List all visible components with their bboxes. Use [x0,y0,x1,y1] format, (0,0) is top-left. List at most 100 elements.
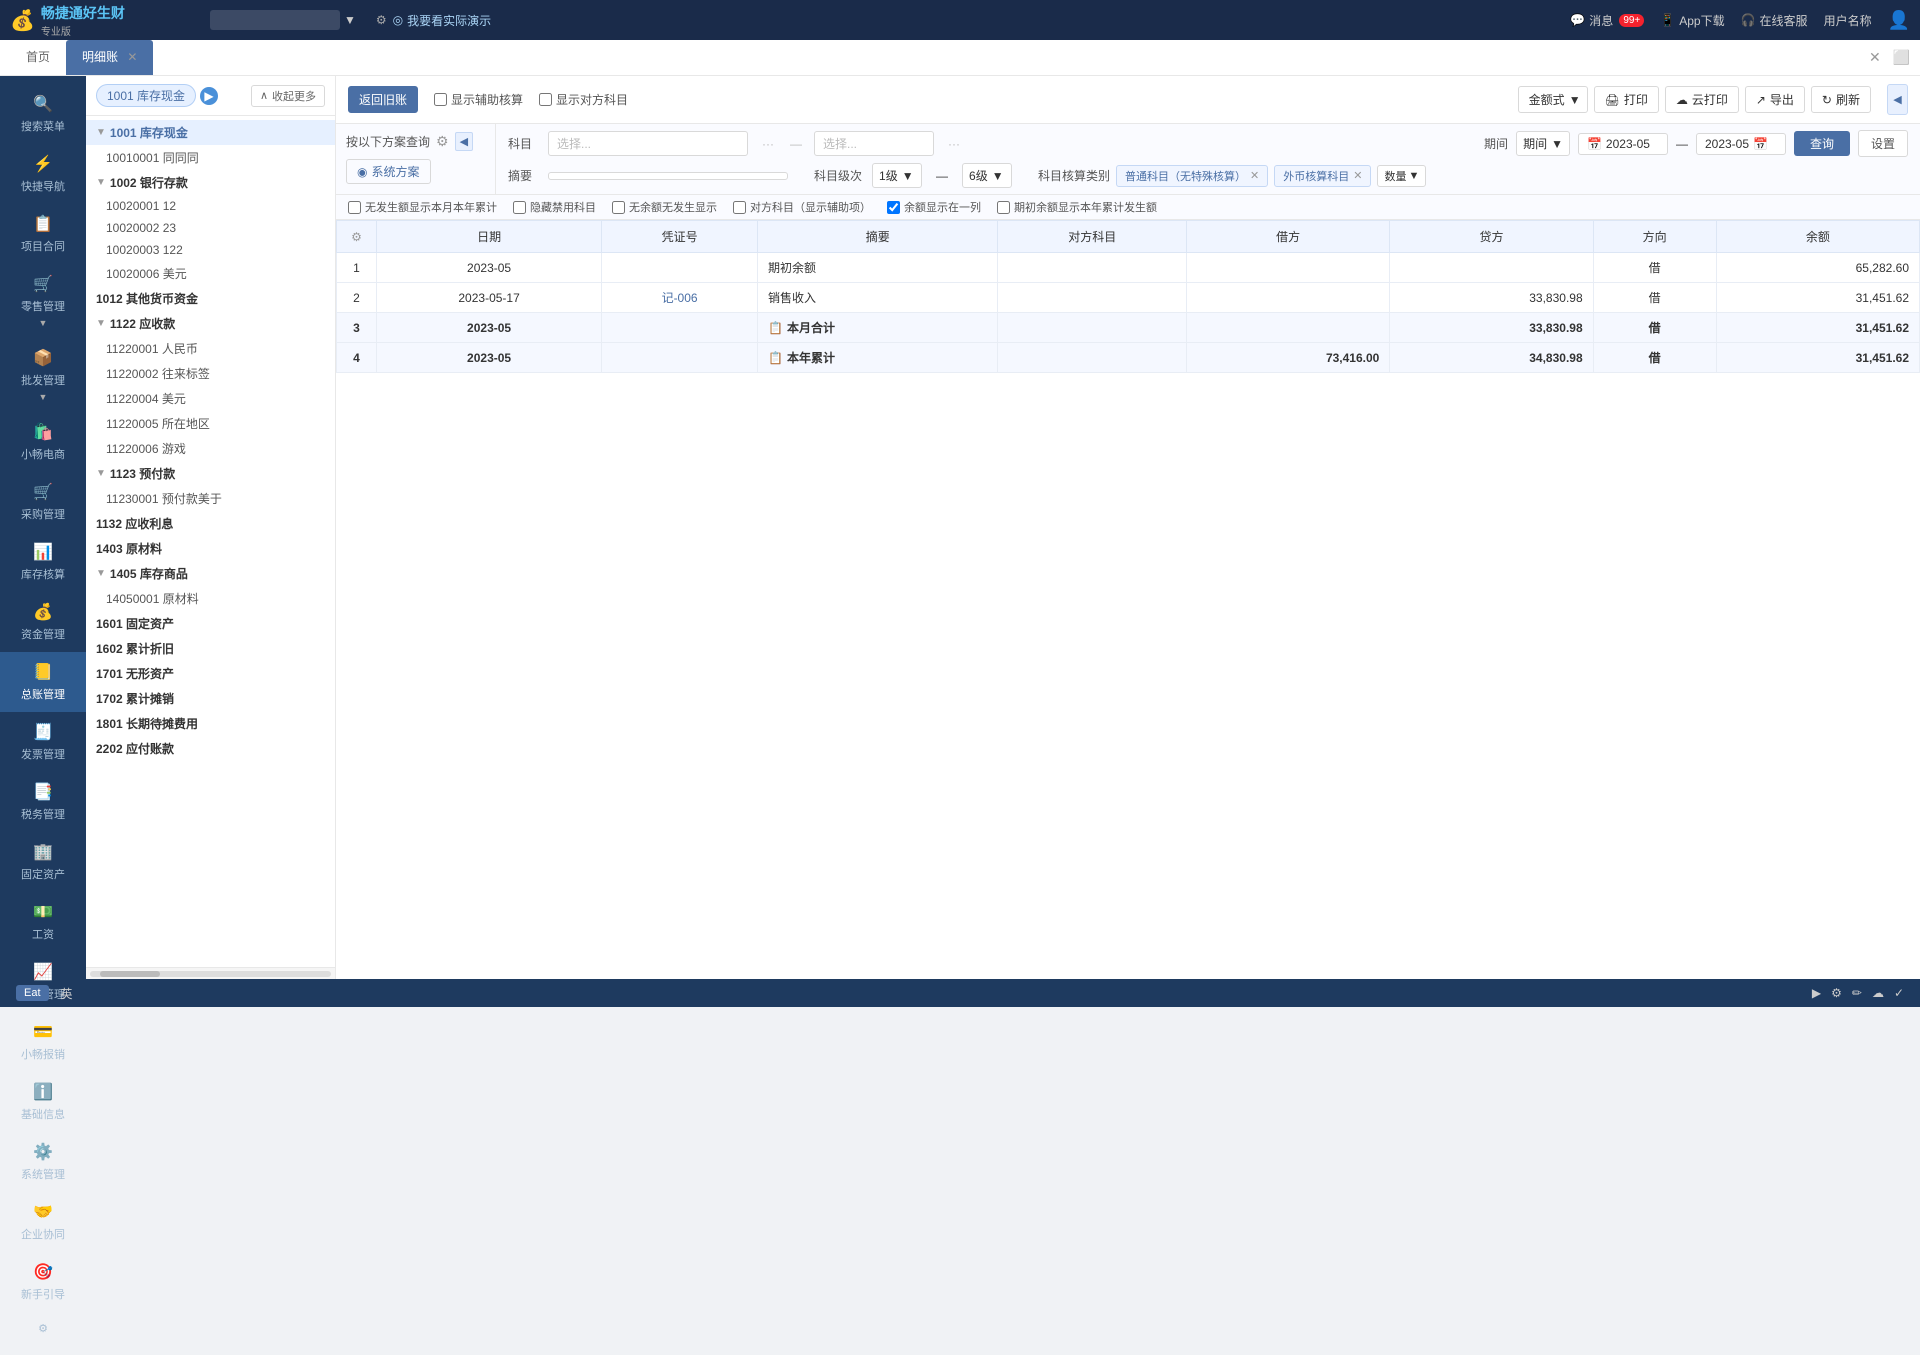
account-collapse-btn[interactable]: ∧ 收起更多 [251,85,325,107]
window-close-icon[interactable]: ✕ [1869,49,1881,65]
sidebar-item-quicknav[interactable]: ⚡ 快捷导航 [0,144,86,204]
tab-home[interactable]: 首页 [10,40,66,75]
level-end-select[interactable]: 6级 ▼ [962,163,1012,188]
tree-item-11220001[interactable]: 11220001 人民币 [86,336,335,361]
sidebar-settings-btn[interactable]: ⚙ [38,1312,48,1345]
sidebar-item-wholesale[interactable]: 📦 批发管理 ▼ [0,338,86,412]
tag-close-1[interactable]: ✕ [1353,169,1362,182]
sidebar-item-assets[interactable]: 🏢 固定资产 [0,832,86,892]
setting-btn[interactable]: 设置 [1858,130,1908,157]
sidebar-item-inventory[interactable]: 📊 库存核算 [0,532,86,592]
tree-item-11220002[interactable]: 11220002 往来标签 [86,361,335,386]
sidebar-item-search[interactable]: 🔍 搜索菜单 [0,84,86,144]
export-btn[interactable]: ↗ 导出 [1745,86,1805,113]
window-resize-icon[interactable]: ⬜ [1893,49,1910,65]
tree-item-1132[interactable]: 1132 应收利息 [86,511,335,536]
sidebar-item-collab[interactable]: 🤝 企业协同 [0,1192,86,1252]
show-contra-checkbox[interactable] [539,93,552,106]
tree-item-1801[interactable]: 1801 长期待摊费用 [86,711,335,736]
message-btn[interactable]: 💬 消息 99+ [1570,12,1644,29]
sidebar-item-invoice[interactable]: 🧾 发票管理 [0,712,86,772]
tree-item-1012[interactable]: 1012 其他货币资金 [86,286,335,311]
sidebar-item-operations[interactable]: 📈 经营管理 [0,952,86,1012]
tree-item-1002[interactable]: ▼ 1002 银行存款 [86,170,335,195]
tree-item-2202[interactable]: 2202 应付账款 [86,736,335,761]
bottom-play-btn[interactable]: ▶ [1812,986,1821,1000]
show-aux-checkbox[interactable] [434,93,447,106]
cloud-print-btn[interactable]: ☁ 云打印 [1665,86,1739,113]
schema-system-btn[interactable]: ◉ 系统方案 [346,159,431,184]
tree-item-1602[interactable]: 1602 累计折旧 [86,636,335,661]
tree-item-1701[interactable]: 1701 无形资产 [86,661,335,686]
bottom-settings-btn[interactable]: ⚙ [1831,986,1842,1000]
tree-item-11230001[interactable]: 11230001 预付款美于 [86,486,335,511]
top-search-dropdown[interactable]: ▼ [344,13,356,27]
tree-item-1123[interactable]: ▼ 1123 预付款 [86,461,335,486]
option-balance-one-col[interactable]: 余额显示在一列 [887,199,981,215]
sidebar-item-expense[interactable]: 💳 小畅报销 [0,1012,86,1072]
sidebar-item-project[interactable]: 📋 项目合同 [0,204,86,264]
collapse-right-btn[interactable]: ◀ [1887,84,1908,115]
option-hide-disabled[interactable]: 隐藏禁用科目 [513,199,596,215]
subject-filter-input[interactable]: 选择... [548,131,748,156]
option-beginning-balance-checkbox[interactable] [997,201,1010,214]
period-end-date[interactable]: 2023-05 📅 [1696,133,1786,155]
demo-link[interactable]: ◎ 我要看实际演示 [393,12,492,29]
tab-maximize[interactable]: ✕ ⬜ [1869,49,1910,66]
bottom-check-btn[interactable]: ✓ [1894,986,1904,1000]
return-old-btn[interactable]: 返回旧账 [348,86,418,113]
tab-ledger[interactable]: 明细账 ✕ [66,40,153,75]
sidebar-item-salary[interactable]: 💵 工资 [0,892,86,952]
sidebar-item-guide[interactable]: 🎯 新手引导 [0,1252,86,1312]
period-type-select[interactable]: 期间 ▼ [1516,131,1570,156]
tree-item-10020006[interactable]: 10020006 美元 [86,261,335,286]
bottom-cloud-btn[interactable]: ☁ [1872,986,1884,1000]
option-beginning-balance[interactable]: 期初余额显示本年累计发生额 [997,199,1157,215]
voucher-link-2[interactable]: 记-006 [662,291,698,305]
query-btn[interactable]: 查询 [1794,131,1850,156]
refresh-btn[interactable]: ↻ 刷新 [1811,86,1871,113]
lang-switch-btn[interactable]: Eat [16,985,49,1001]
option-contra-show[interactable]: 对方科目（显示辅助项） [733,199,871,215]
tree-item-1702[interactable]: 1702 累计摊销 [86,686,335,711]
option-no-balance-checkbox[interactable] [348,201,361,214]
sidebar-item-retail[interactable]: 🛒 零售管理 ▼ [0,264,86,338]
schema-settings-icon[interactable]: ⚙ [436,133,449,150]
tree-item-11220006[interactable]: 11220006 游戏 [86,436,335,461]
top-search-input[interactable] [210,10,340,30]
option-balance-one-col-checkbox[interactable] [887,201,900,214]
amount-style-btn[interactable]: 金额式 ▼ [1518,86,1588,113]
app-download-btn[interactable]: 📱 App下载 [1660,12,1724,29]
schema-collapse-btn[interactable]: ◀ [455,132,473,151]
summary-filter-input[interactable] [548,172,788,180]
sidebar-item-system[interactable]: ⚙️ 系统管理 [0,1132,86,1192]
tree-item-11220005[interactable]: 11220005 所在地区 [86,411,335,436]
level-start-select[interactable]: 1级 ▼ [872,163,922,188]
subject-filter-input-2[interactable]: 选择... [814,131,934,156]
user-avatar-icon[interactable]: 👤 [1888,10,1910,31]
online-service-btn[interactable]: 🎧 在线客服 [1741,12,1808,29]
tree-item-1122[interactable]: ▼ 1122 应收款 [86,311,335,336]
sidebar-item-ledger[interactable]: 📒 总账管理 [0,652,86,712]
tag-close-0[interactable]: ✕ [1250,169,1259,182]
bottom-edit-btn[interactable]: ✏ [1852,986,1862,1000]
option-hide-disabled-checkbox[interactable] [513,201,526,214]
sidebar-item-capital[interactable]: 💰 资金管理 [0,592,86,652]
option-contra-show-checkbox[interactable] [733,201,746,214]
tree-item-1001[interactable]: ▼ 1001 库存现金 [86,120,335,145]
gear-col-icon[interactable]: ⚙ [351,230,362,244]
option-no-balance-show[interactable]: 无余额无发生显示 [612,199,717,215]
account-nav-btn[interactable]: ▶ [200,87,218,105]
qty-btn[interactable]: 数量 ▼ [1377,165,1426,187]
period-start-date[interactable]: 📅 2023-05 [1578,133,1668,155]
scrollbar-thumb[interactable] [100,971,160,977]
sidebar-item-basic[interactable]: ℹ️ 基础信息 [0,1072,86,1132]
account-scrollbar[interactable] [86,967,335,979]
option-no-balance[interactable]: 无发生额显示本月本年累计 [348,199,497,215]
sidebar-item-purchase[interactable]: 🛒 采购管理 [0,472,86,532]
sidebar-item-tax[interactable]: 📑 税务管理 [0,772,86,832]
tab-close-icon[interactable]: ✕ [127,50,137,64]
option-no-balance-show-checkbox[interactable] [612,201,625,214]
tree-item-11220004[interactable]: 11220004 美元 [86,386,335,411]
tree-item-1405[interactable]: ▼ 1405 库存商品 [86,561,335,586]
